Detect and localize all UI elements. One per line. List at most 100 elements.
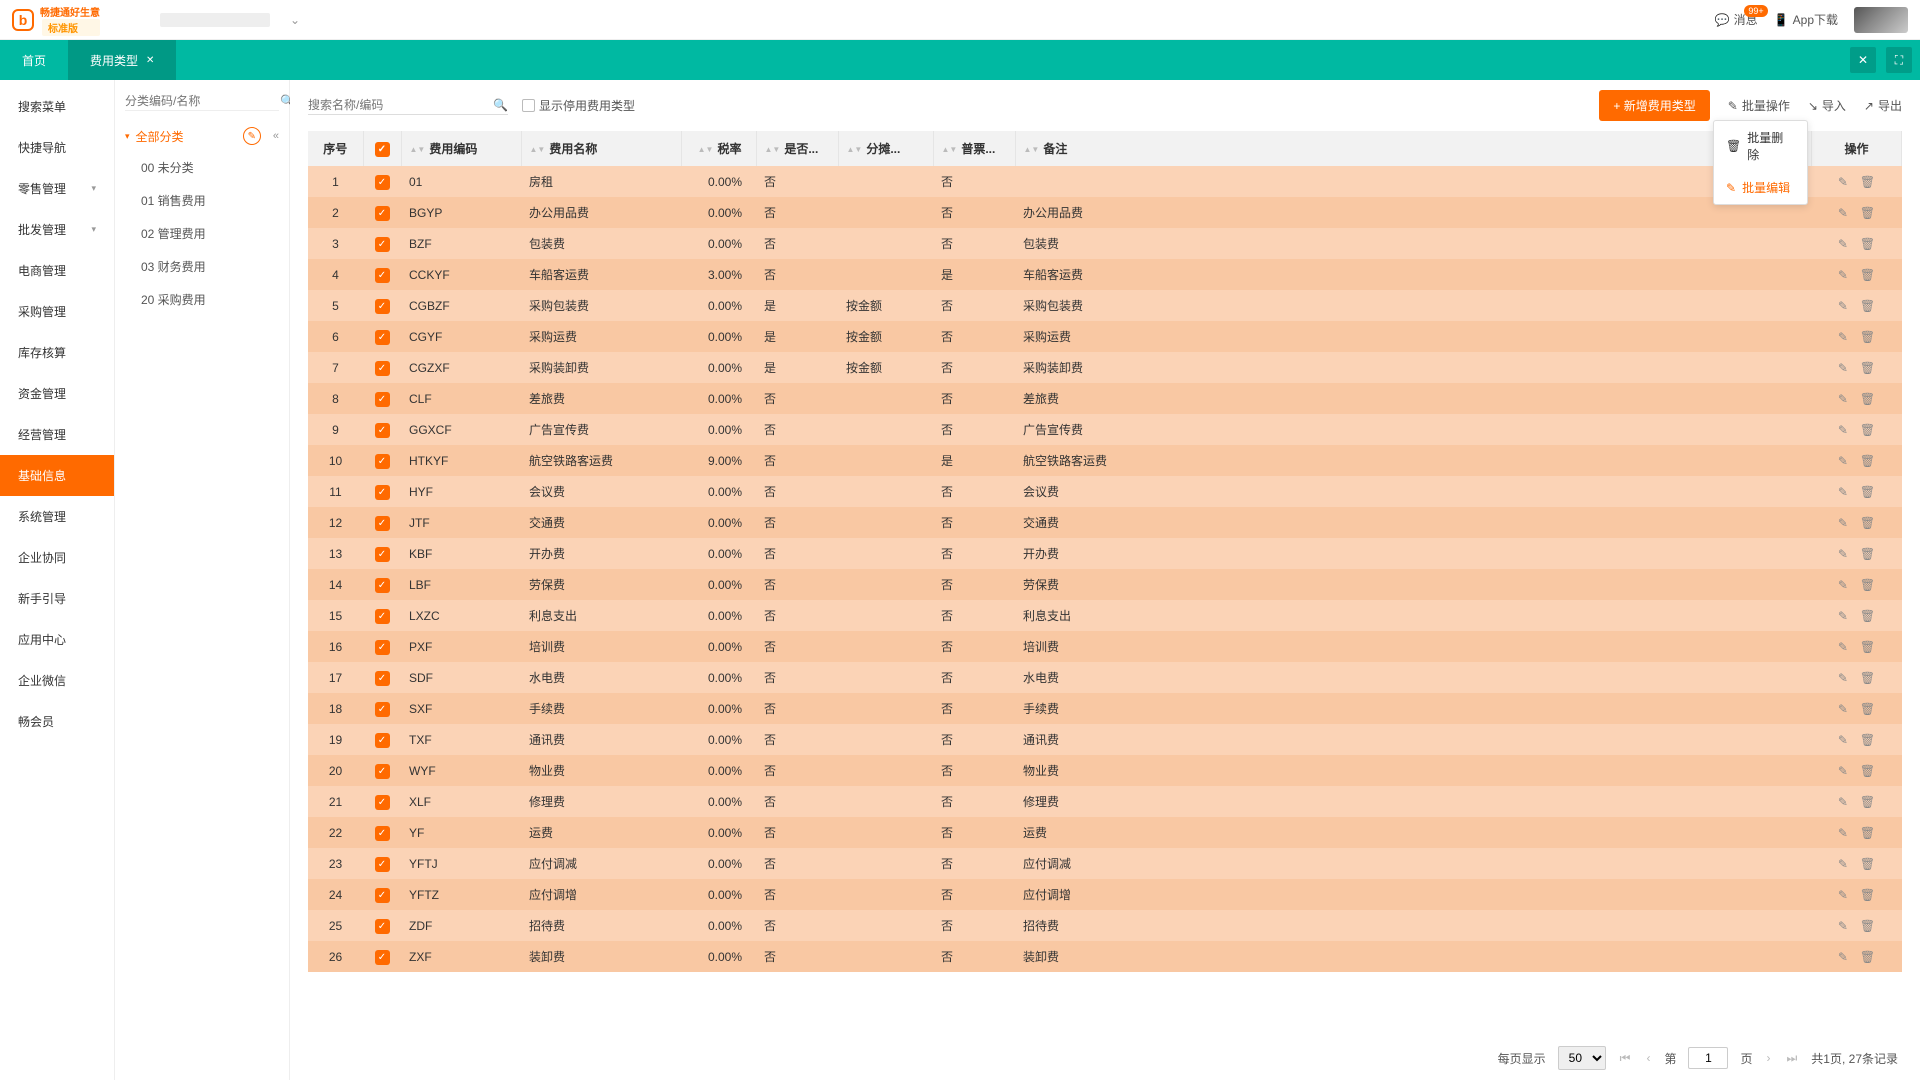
table-row[interactable]: 11✓HYF会议费0.00%否否会议费✎🗑 [308, 476, 1902, 507]
tab-expense-type[interactable]: 费用类型 ✕ [68, 40, 176, 80]
table-row[interactable]: 20✓WYF物业费0.00%否否物业费✎🗑 [308, 755, 1902, 786]
sidebar-item[interactable]: 新手引导 [0, 578, 114, 619]
edit-icon[interactable]: ✎ [1838, 764, 1848, 778]
delete-icon[interactable]: 🗑 [1860, 516, 1875, 530]
collapse-tree-icon[interactable]: « [273, 130, 279, 142]
sidebar-item[interactable]: 搜索菜单 [0, 86, 114, 127]
export-button[interactable]: ↗导出 [1864, 97, 1902, 114]
col-b1[interactable]: ▲▼是否... [756, 131, 838, 166]
edit-icon[interactable]: ✎ [1838, 888, 1848, 902]
edit-icon[interactable]: ✎ [1838, 516, 1848, 530]
sidebar-item[interactable]: 批发管理▾ [0, 209, 114, 250]
cell-checkbox[interactable]: ✓ [363, 166, 401, 197]
fullscreen-button[interactable]: ⛶ [1886, 47, 1912, 73]
edit-icon[interactable]: ✎ [1838, 795, 1848, 809]
cell-checkbox[interactable]: ✓ [363, 414, 401, 445]
delete-icon[interactable]: 🗑 [1860, 702, 1875, 716]
table-row[interactable]: 7✓CGZXF采购装卸费0.00%是按金额否采购装卸费✎🗑 [308, 352, 1902, 383]
sidebar-item[interactable]: 快捷导航 [0, 127, 114, 168]
sidebar-item[interactable]: 系统管理 [0, 496, 114, 537]
cell-checkbox[interactable]: ✓ [363, 631, 401, 662]
cell-checkbox[interactable]: ✓ [363, 569, 401, 600]
delete-icon[interactable]: 🗑 [1860, 640, 1875, 654]
delete-icon[interactable]: 🗑 [1860, 454, 1875, 468]
add-expense-button[interactable]: + 新增费用类型 [1599, 90, 1709, 121]
table-row[interactable]: 15✓LXZC利息支出0.00%否否利息支出✎🗑 [308, 600, 1902, 631]
table-row[interactable]: 25✓ZDF招待费0.00%否否招待费✎🗑 [308, 910, 1902, 941]
cell-checkbox[interactable]: ✓ [363, 383, 401, 414]
tree-all-categories[interactable]: ▾ 全部分类 ✎ « [115, 121, 289, 151]
cell-checkbox[interactable]: ✓ [363, 724, 401, 755]
cell-checkbox[interactable]: ✓ [363, 259, 401, 290]
table-container[interactable]: 序号 ✓ ▲▼费用编码 ▲▼费用名称 ▲▼税率 ▲▼是否... ▲▼分摊... … [290, 131, 1920, 1036]
table-row[interactable]: 14✓LBF劳保费0.00%否否劳保费✎🗑 [308, 569, 1902, 600]
table-row[interactable]: 12✓JTF交通费0.00%否否交通费✎🗑 [308, 507, 1902, 538]
col-remark[interactable]: ▲▼备注 [1015, 131, 1812, 166]
table-row[interactable]: 6✓CGYF采购运费0.00%是按金额否采购运费✎🗑 [308, 321, 1902, 352]
edit-icon[interactable]: ✎ [1838, 330, 1848, 344]
delete-icon[interactable]: 🗑 [1860, 578, 1875, 592]
sidebar-item[interactable]: 资金管理 [0, 373, 114, 414]
delete-icon[interactable]: 🗑 [1860, 764, 1875, 778]
edit-icon[interactable]: ✎ [1838, 950, 1848, 964]
import-button[interactable]: ↘导入 [1808, 97, 1846, 114]
sidebar-item[interactable]: 应用中心 [0, 619, 114, 660]
delete-icon[interactable]: 🗑 [1860, 733, 1875, 747]
edit-icon[interactable]: ✎ [1838, 919, 1848, 933]
cell-checkbox[interactable]: ✓ [363, 910, 401, 941]
edit-icon[interactable]: ✎ [1838, 857, 1848, 871]
delete-icon[interactable]: 🗑 [1860, 795, 1875, 809]
col-index[interactable]: 序号 [308, 131, 363, 166]
close-icon[interactable]: ✕ [146, 55, 154, 66]
edit-icon[interactable]: ✎ [1838, 702, 1848, 716]
cell-checkbox[interactable]: ✓ [363, 538, 401, 569]
cell-checkbox[interactable]: ✓ [363, 290, 401, 321]
table-row[interactable]: 4✓CCKYF车船客运费3.00%否是车船客运费✎🗑 [308, 259, 1902, 290]
edit-icon[interactable]: ✎ [1838, 423, 1848, 437]
col-code[interactable]: ▲▼费用编码 [401, 131, 521, 166]
cell-checkbox[interactable]: ✓ [363, 662, 401, 693]
delete-icon[interactable]: 🗑 [1860, 175, 1875, 189]
delete-icon[interactable]: 🗑 [1860, 392, 1875, 406]
sidebar-item[interactable]: 经营管理 [0, 414, 114, 455]
table-row[interactable]: 23✓YFTJ应付调减0.00%否否应付调减✎🗑 [308, 848, 1902, 879]
cell-checkbox[interactable]: ✓ [363, 352, 401, 383]
col-name[interactable]: ▲▼费用名称 [521, 131, 681, 166]
next-page-button[interactable]: › [1764, 1051, 1772, 1065]
edit-icon[interactable]: ✎ [1838, 547, 1848, 561]
tree-node[interactable]: 03 财务费用 [115, 250, 289, 283]
batch-button[interactable]: ✎批量操作 [1728, 97, 1790, 114]
table-row[interactable]: 8✓CLF差旅费0.00%否否差旅费✎🗑 [308, 383, 1902, 414]
search-icon[interactable]: 🔍 [493, 98, 508, 112]
edit-icon[interactable]: ✎ [1838, 175, 1848, 189]
edit-icon[interactable]: ✎ [1838, 640, 1848, 654]
last-page-button[interactable]: ⏭ [1784, 1051, 1799, 1066]
cell-checkbox[interactable]: ✓ [363, 755, 401, 786]
cell-checkbox[interactable]: ✓ [363, 848, 401, 879]
download-button[interactable]: 📱 App下载 [1774, 11, 1838, 28]
delete-icon[interactable]: 🗑 [1860, 609, 1875, 623]
table-row[interactable]: 18✓SXF手续费0.00%否否手续费✎🗑 [308, 693, 1902, 724]
table-row[interactable]: 26✓ZXF装卸费0.00%否否装卸费✎🗑 [308, 941, 1902, 972]
cell-checkbox[interactable]: ✓ [363, 507, 401, 538]
avatar[interactable] [1854, 7, 1908, 33]
cell-checkbox[interactable]: ✓ [363, 941, 401, 972]
first-page-button[interactable]: ⏮ [1618, 1051, 1633, 1066]
tree-search-input[interactable] [125, 94, 280, 108]
table-row[interactable]: 17✓SDF水电费0.00%否否水电费✎🗑 [308, 662, 1902, 693]
table-row[interactable]: 19✓TXF通讯费0.00%否否通讯费✎🗑 [308, 724, 1902, 755]
table-row[interactable]: 13✓KBF开办费0.00%否否开办费✎🗑 [308, 538, 1902, 569]
col-b2[interactable]: ▲▼普票... [933, 131, 1015, 166]
edit-icon[interactable]: ✎ [1838, 268, 1848, 282]
cell-checkbox[interactable]: ✓ [363, 600, 401, 631]
tab-home[interactable]: 首页 [0, 40, 68, 80]
table-row[interactable]: 24✓YFTZ应付调增0.00%否否应付调增✎🗑 [308, 879, 1902, 910]
table-row[interactable]: 3✓BZF包装费0.00%否否包装费✎🗑 [308, 228, 1902, 259]
delete-icon[interactable]: 🗑 [1860, 485, 1875, 499]
tree-node[interactable]: 20 采购费用 [115, 283, 289, 316]
search-input[interactable] [308, 98, 493, 112]
edit-icon[interactable]: ✎ [1838, 671, 1848, 685]
table-row[interactable]: 21✓XLF修理费0.00%否否修理费✎🗑 [308, 786, 1902, 817]
cell-checkbox[interactable]: ✓ [363, 817, 401, 848]
cell-checkbox[interactable]: ✓ [363, 476, 401, 507]
